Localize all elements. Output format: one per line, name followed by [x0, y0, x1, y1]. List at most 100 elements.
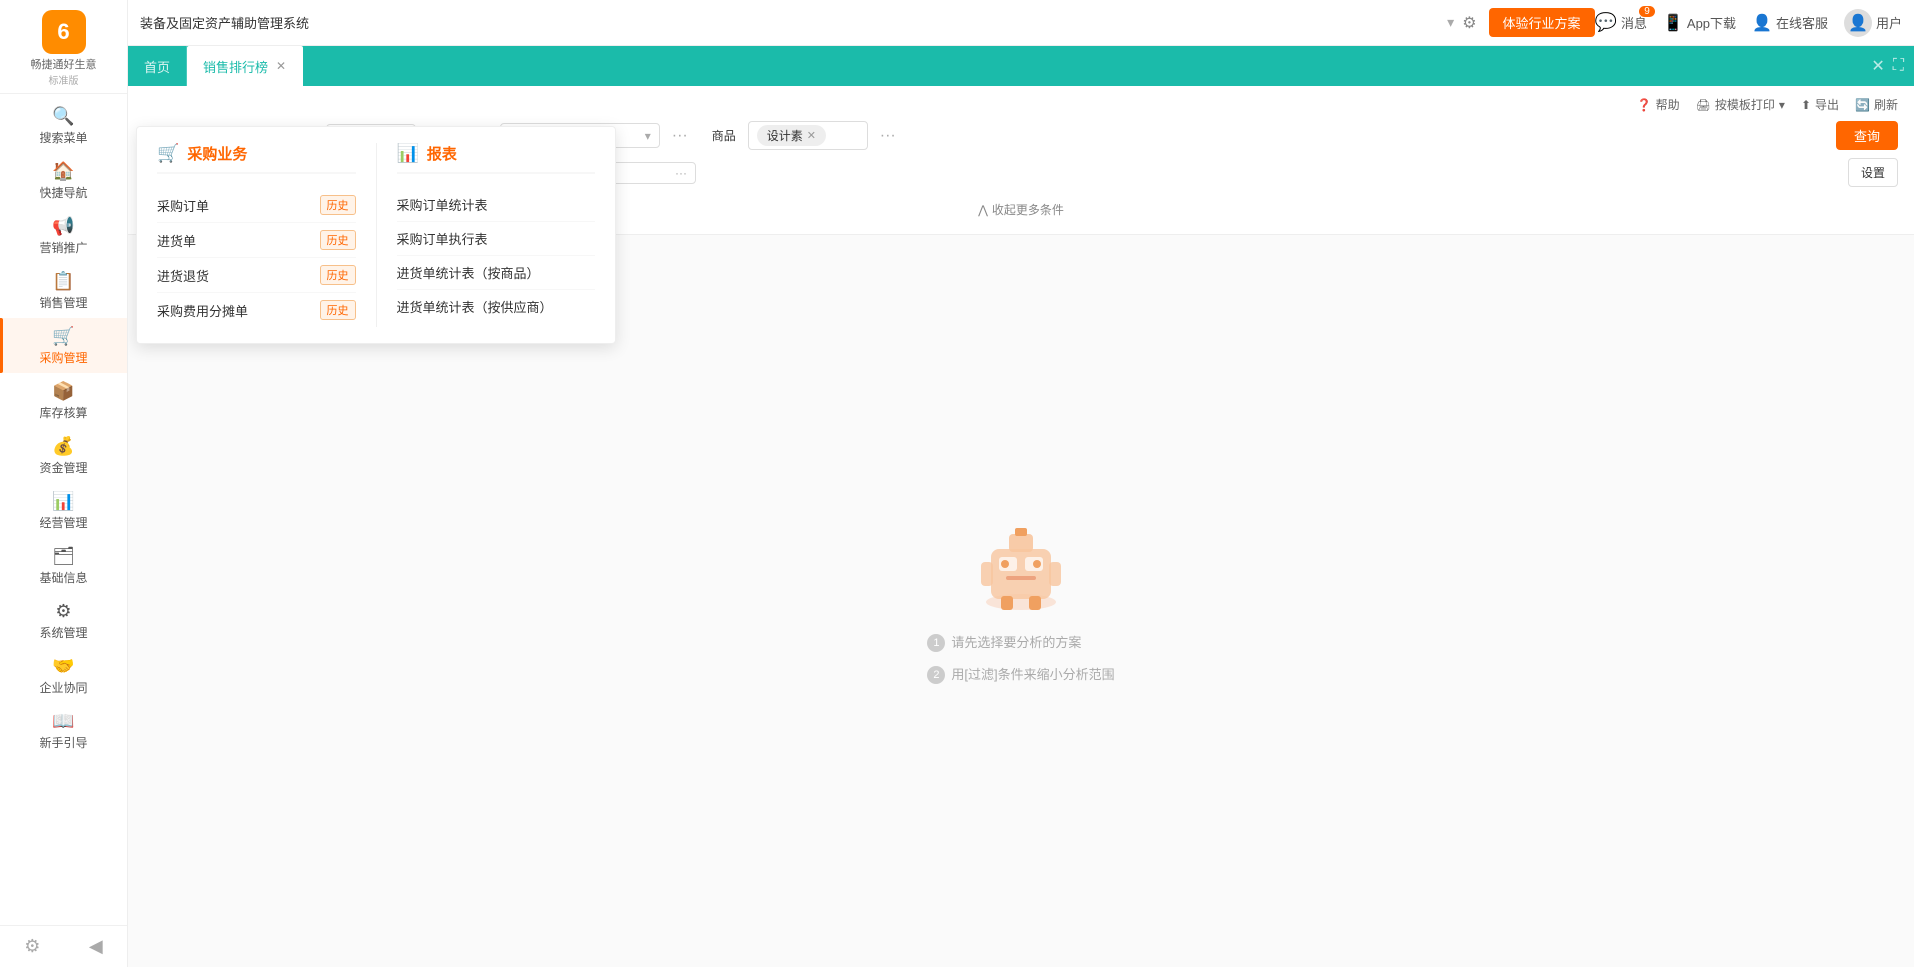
report-header-icon: 📊: [397, 143, 419, 164]
history-badge-3: 历史: [320, 300, 356, 320]
print-btn[interactable]: 🖨 按模板打印 ▾: [1696, 96, 1785, 113]
sidebar-label-purchase: 采购管理: [39, 349, 87, 366]
sidebar-item-finance[interactable]: 💰 资金管理: [0, 428, 127, 483]
sidebar-item-nav[interactable]: 🏠 快捷导航: [0, 153, 127, 208]
dropdown-overlay[interactable]: 🛒 采购业务 采购订单 历史 进货单 历史 进货退货 历史: [128, 126, 1914, 967]
print-dropdown-icon[interactable]: ▾: [1779, 98, 1785, 112]
service-icon: 👤: [1752, 13, 1772, 33]
export-btn[interactable]: ⬆ 导出: [1801, 96, 1839, 113]
user-label: 用户: [1876, 13, 1902, 32]
history-badge-2: 历史: [320, 265, 356, 285]
sidebar-label-search: 搜索菜单: [39, 129, 87, 146]
sidebar-label-basic: 基础信息: [39, 569, 87, 586]
avatar: 👤: [1844, 9, 1872, 37]
sidebar-item-system[interactable]: ⚙ 系统管理: [0, 593, 127, 648]
export-icon: ⬆: [1801, 98, 1811, 112]
marketing-icon: 📢: [52, 216, 74, 237]
dropdown-item-label-receipt-goods: 进货单统计表（按商品）: [397, 263, 540, 282]
sidebar-label-enterprise: 企业协同: [39, 679, 87, 696]
refresh-btn[interactable]: 🔄 刷新: [1855, 96, 1898, 113]
dropdown-item-purchase-exec[interactable]: 采购订单执行表: [397, 222, 596, 256]
sidebar-item-search[interactable]: 🔍 搜索菜单: [0, 98, 127, 153]
sidebar: 6 畅捷通好生意 标准版 🔍 搜索菜单 🏠 快捷导航 📢 营销推广 📋 销售管理…: [0, 0, 128, 967]
print-icon: 🖨: [1696, 98, 1711, 112]
dropdown-item-purchase-expense[interactable]: 采购费用分摊单 历史: [157, 293, 356, 327]
dropdown-item-purchase-stat[interactable]: 采购订单统计表: [397, 188, 596, 222]
content-area: ❓ 帮助 🖨 按模板打印 ▾ ⬆ 导出 🔄 刷新: [128, 86, 1914, 967]
purchase-header-icon: 🛒: [157, 143, 179, 164]
topbar-dropdown-arrow[interactable]: ▾: [1447, 14, 1454, 31]
report-col-title: 报表: [427, 143, 457, 164]
help-btn[interactable]: ❓ 帮助: [1637, 96, 1680, 113]
main-area: 装备及固定资产辅助管理系统 ▾ ⚙ 体验行业方案 💬 9 消息 📱 App下载 …: [128, 0, 1914, 967]
phone-icon: 📱: [1663, 13, 1683, 33]
dropdown-item-goods-receipt[interactable]: 进货单 历史: [157, 223, 356, 258]
sidebar-item-purchase[interactable]: 🛒 采购管理: [0, 318, 127, 373]
toolbar-actions: ❓ 帮助 🖨 按模板打印 ▾ ⬆ 导出 🔄 刷新: [1637, 96, 1898, 113]
sidebar-label-sales: 销售管理: [39, 294, 87, 311]
tabbar: 首页 销售排行榜 ✕ ✕ ⛶: [128, 46, 1914, 86]
sidebar-label-inventory: 库存核算: [39, 404, 87, 421]
tab-window-btns: ✕ ⛶: [1871, 56, 1914, 76]
dropdown-item-receipt-supplier[interactable]: 进货单统计表（按供应商）: [397, 290, 596, 323]
finance-icon: 💰: [52, 436, 74, 457]
message-group[interactable]: 💬 9 消息: [1595, 12, 1647, 33]
tab-home-label: 首页: [144, 57, 170, 76]
history-badge-1: 历史: [320, 230, 356, 250]
dropdown-item-label-return-goods: 进货退货: [157, 266, 209, 285]
dropdown-purchase-col: 🛒 采购业务 采购订单 历史 进货单 历史 进货退货 历史: [137, 143, 376, 327]
dropdown-item-label-purchase-stat: 采购订单统计表: [397, 195, 488, 214]
online-service-label: 在线客服: [1776, 13, 1828, 32]
basic-icon: 🗂: [52, 546, 75, 567]
sidebar-label-nav: 快捷导航: [39, 184, 87, 201]
sidebar-label-guide: 新手引导: [39, 734, 87, 751]
dropdown-item-label-goods-receipt: 进货单: [157, 231, 196, 250]
toolbar-row: ❓ 帮助 🖨 按模板打印 ▾ ⬆ 导出 🔄 刷新: [144, 96, 1898, 113]
dropdown-menu: 🛒 采购业务 采购订单 历史 进货单 历史 进货退货 历史: [136, 126, 616, 344]
sidebar-label-marketing: 营销推广: [39, 239, 87, 256]
inventory-icon: 📦: [52, 381, 74, 402]
dropdown-item-return-goods[interactable]: 进货退货 历史: [157, 258, 356, 293]
refresh-icon: 🔄: [1855, 98, 1870, 112]
dropdown-item-receipt-goods[interactable]: 进货单统计表（按商品）: [397, 256, 596, 290]
sidebar-settings-btn[interactable]: ⚙: [24, 936, 40, 957]
dropdown-item-purchase-order[interactable]: 采购订单 历史: [157, 188, 356, 223]
app-logo-icon: 6: [42, 10, 86, 54]
tab-close-icon[interactable]: ✕: [276, 59, 286, 73]
sidebar-item-enterprise[interactable]: 🤝 企业协同: [0, 648, 127, 703]
message-icon: 💬: [1595, 12, 1617, 33]
sidebar-label-finance: 资金管理: [39, 459, 87, 476]
topbar-settings-icon[interactable]: ⚙: [1462, 13, 1476, 33]
sidebar-collapse-btn[interactable]: ◀: [89, 936, 103, 957]
sidebar-item-guide[interactable]: 📖 新手引导: [0, 703, 127, 758]
user-group[interactable]: 👤 用户: [1844, 9, 1902, 37]
online-service-group[interactable]: 👤 在线客服: [1752, 13, 1828, 33]
sidebar-item-basic[interactable]: 🗂 基础信息: [0, 538, 127, 593]
tab-sales-rank-label: 销售排行榜: [203, 57, 268, 76]
sidebar-item-inventory[interactable]: 📦 库存核算: [0, 373, 127, 428]
sidebar-label-system: 系统管理: [39, 624, 87, 641]
tab-maximize-btn[interactable]: ⛶: [1893, 57, 1904, 75]
system-icon: ⚙: [55, 601, 71, 622]
sidebar-item-marketing[interactable]: 📢 营销推广: [0, 208, 127, 263]
tab-sales-rank[interactable]: 销售排行榜 ✕: [187, 46, 303, 86]
dropdown-item-label-purchase-order: 采购订单: [157, 196, 209, 215]
industry-btn[interactable]: 体验行业方案: [1489, 8, 1595, 37]
tab-close-window-btn[interactable]: ✕: [1871, 56, 1884, 76]
purchase-icon: 🛒: [52, 326, 74, 347]
history-badge-0: 历史: [320, 195, 356, 215]
message-badge: 9: [1639, 6, 1655, 17]
dropdown-purchase-header: 🛒 采购业务: [157, 143, 356, 174]
sidebar-label-operations: 经营管理: [39, 514, 87, 531]
tab-home[interactable]: 首页: [128, 46, 187, 86]
brand-edition: 标准版: [49, 72, 79, 87]
sidebar-item-operations[interactable]: 📊 经营管理: [0, 483, 127, 538]
guide-icon: 📖: [52, 711, 74, 732]
purchase-col-title: 采购业务: [187, 143, 247, 164]
dropdown-item-label-receipt-supplier: 进货单统计表（按供应商）: [397, 297, 553, 316]
app-download-group[interactable]: 📱 App下载: [1663, 13, 1736, 33]
dropdown-item-label-purchase-exec: 采购订单执行表: [397, 229, 488, 248]
sidebar-item-sales[interactable]: 📋 销售管理: [0, 263, 127, 318]
dropdown-item-label-purchase-expense: 采购费用分摊单: [157, 301, 248, 320]
home-icon: 🏠: [52, 161, 74, 182]
